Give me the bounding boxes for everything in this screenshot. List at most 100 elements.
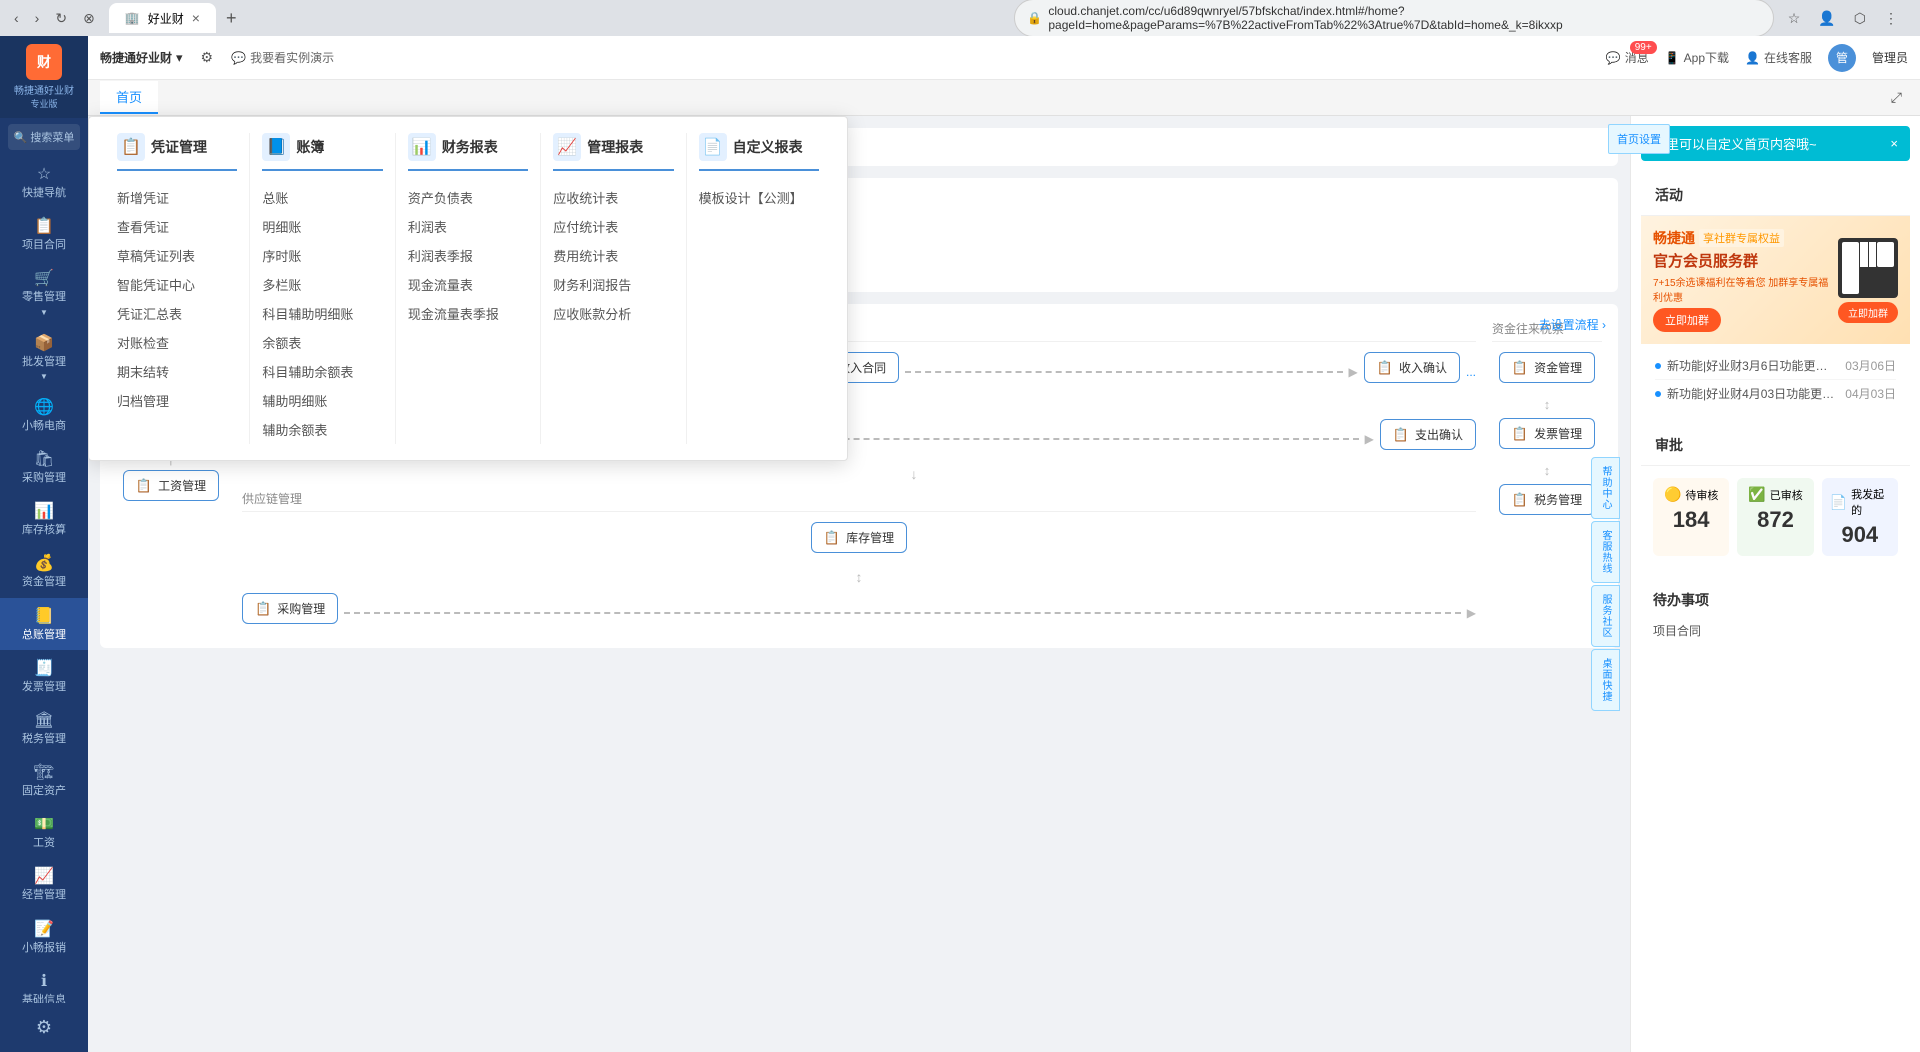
voucher-new[interactable]: 新增凭证	[117, 183, 237, 212]
sidebar-item-operations[interactable]: 📈 经营管理	[0, 858, 88, 910]
voucher-reconcile[interactable]: 对账检查	[117, 328, 237, 357]
ledger-multi-col[interactable]: 多栏账	[262, 270, 382, 299]
sidebar-item-tax[interactable]: 🏛 税务管理	[0, 702, 88, 754]
app-download-action[interactable]: 📱 App下载	[1665, 49, 1729, 66]
basic-info-icon: ℹ	[41, 971, 47, 991]
company-selector[interactable]: 畅捷通好业财 ▾	[100, 49, 183, 66]
mgmt-receivable[interactable]: 应收统计表	[553, 183, 673, 212]
sidebar-item-finance[interactable]: 💰 资金管理	[0, 545, 88, 597]
message-icon: 💬	[1606, 51, 1621, 65]
tax-label: 税务管理	[22, 733, 66, 746]
custom-report-icon: 📄	[699, 133, 727, 161]
sidebar-search-area: 🔍 搜索菜单	[0, 118, 88, 156]
voucher-draft-list[interactable]: 草稿凭证列表	[117, 241, 237, 270]
mgmt-expense[interactable]: 费用统计表	[553, 241, 673, 270]
voucher-smart-center[interactable]: 智能凭证中心	[117, 270, 237, 299]
ledger-aux-detail[interactable]: 辅助明细账	[262, 386, 382, 415]
mgmt-receivable-analysis[interactable]: 应收账款分析	[553, 299, 673, 328]
custom-report-column: 📄 自定义报表 模板设计【公测】	[687, 133, 831, 444]
accounting-label: 总账管理	[22, 629, 66, 642]
extensions-button[interactable]: ⬡	[1848, 6, 1872, 31]
sidebar-item-expense[interactable]: 📝 小畅报销	[0, 911, 88, 963]
sidebar-item-basic-info[interactable]: ℹ 基础信息	[0, 963, 88, 1003]
voucher-archive[interactable]: 归档管理	[117, 386, 237, 415]
sidebar-item-retail[interactable]: 🛒 零售管理 ▼	[0, 260, 88, 324]
ecommerce-label: 小畅电商	[22, 420, 66, 433]
sidebar-item-inventory[interactable]: 📊 库存核算	[0, 493, 88, 545]
bookmark-button[interactable]: ☆	[1782, 6, 1807, 31]
online-service-action[interactable]: 👤 在线客服	[1745, 49, 1812, 66]
dropdown-columns: 📋 凭证管理 新增凭证 查看凭证 草稿凭证列表 智能凭证中心 凭证汇总表 对账检…	[105, 133, 831, 444]
sidebar-item-fixed-assets[interactable]: 🏗 固定资产	[0, 754, 88, 806]
profile-button[interactable]: 👤	[1812, 6, 1841, 31]
browser-nav-controls: ‹ › ↻ ⊗	[8, 6, 101, 31]
ledger-balance[interactable]: 余额表	[262, 328, 382, 357]
ledger-subject-balance[interactable]: 科目辅助余额表	[262, 357, 382, 386]
main-content: 畅捷通好业财 ▾ ⚙ 💬 我要看实例演示 💬 消息 99+ 📱 App下载	[88, 36, 1920, 1052]
wholesale-label: 批发管理	[22, 356, 66, 369]
report-income[interactable]: 利润表	[408, 212, 528, 241]
ledger-aux-balance[interactable]: 辅助余额表	[262, 415, 382, 444]
report-income-quarterly[interactable]: 利润表季报	[408, 241, 528, 270]
stop-button[interactable]: ⊗	[77, 6, 101, 31]
app-container: 财 畅捷通好业财 专业版 🔍 搜索菜单 ☆ 快捷导航 📋 项目合同 🛒 零售管理…	[0, 36, 1920, 1052]
sidebar-item-ecommerce[interactable]: 🌐 小畅电商	[0, 389, 88, 441]
tab-home[interactable]: 首页	[100, 81, 158, 114]
ledger-journal[interactable]: 序时账	[262, 241, 382, 270]
ledger-header: 📘 账簿	[262, 133, 382, 171]
salary-label: 工资	[33, 837, 55, 850]
sidebar-settings-button[interactable]: ⚙	[30, 1011, 58, 1044]
voucher-summary[interactable]: 凭证汇总表	[117, 299, 237, 328]
app-download-label: App下载	[1684, 49, 1729, 66]
message-action[interactable]: 💬 消息 99+	[1606, 49, 1649, 66]
custom-report-title: 自定义报表	[733, 137, 803, 157]
ledger-general[interactable]: 总账	[262, 183, 382, 212]
demo-button[interactable]: 💬 我要看实例演示	[231, 49, 334, 66]
sidebar-search-button[interactable]: 🔍 搜索菜单	[8, 124, 80, 150]
financial-report-icon: 📊	[408, 133, 436, 161]
browser-actions: ☆ 👤 ⬡ ⋮	[1782, 6, 1904, 31]
user-avatar[interactable]: 管	[1828, 44, 1856, 72]
mgmt-payable[interactable]: 应付统计表	[553, 212, 673, 241]
management-report-column: 📈 管理报表 应收统计表 应付统计表 费用统计表 财务利润报告 应收账款分析	[541, 133, 686, 444]
ledger-detail[interactable]: 明细账	[262, 212, 382, 241]
reload-button[interactable]: ↻	[49, 6, 73, 31]
forward-button[interactable]: ›	[29, 6, 46, 30]
voucher-view[interactable]: 查看凭证	[117, 212, 237, 241]
menu-button[interactable]: ⋮	[1878, 6, 1904, 31]
report-balance-sheet[interactable]: 资产负债表	[408, 183, 528, 212]
tab-close-button[interactable]: ×	[192, 10, 200, 26]
address-bar[interactable]: 🔒 cloud.chanjet.com/cc/u6d89qwnryel/57bf…	[1014, 0, 1773, 37]
voucher-period-end[interactable]: 期末结转	[117, 357, 237, 386]
quick-nav-icon: ☆	[37, 164, 51, 184]
custom-template[interactable]: 模板设计【公测】	[699, 183, 819, 212]
accounting-icon: 📒	[34, 606, 54, 626]
active-tab[interactable]: 🏢 好业财 ×	[109, 3, 216, 33]
report-cashflow-quarterly[interactable]: 现金流量表季报	[408, 299, 528, 328]
financial-report-column: 📊 财务报表 资产负债表 利润表 利润表季报 现金流量表 现金流量表季报	[396, 133, 541, 444]
sidebar-item-quick-nav[interactable]: ☆ 快捷导航	[0, 156, 88, 208]
operations-icon: 📈	[34, 866, 54, 886]
chevron-down-icon: ▾	[176, 50, 183, 66]
sidebar-nav: ☆ 快捷导航 📋 项目合同 🛒 零售管理 ▼ 📦 批发管理 ▼ 🌐 小畅电商	[0, 156, 88, 1003]
ledger-subject-detail[interactable]: 科目辅助明细账	[262, 299, 382, 328]
mgmt-profit-report[interactable]: 财务利润报告	[553, 270, 673, 299]
sidebar-item-project-contract[interactable]: 📋 项目合同	[0, 208, 88, 260]
tab-bar: 🏢 好业财 × +	[109, 3, 999, 33]
sidebar-item-accounting[interactable]: 📒 总账管理	[0, 598, 88, 650]
sidebar-item-salary[interactable]: 💵 工资	[0, 806, 88, 858]
quick-nav-label: 快捷导航	[22, 187, 66, 200]
header-settings-button[interactable]: ⚙	[195, 45, 220, 70]
tab-actions: ⤢	[1885, 85, 1908, 110]
sidebar-item-wholesale[interactable]: 📦 批发管理 ▼	[0, 325, 88, 389]
tab-expand-button[interactable]: ⤢	[1885, 85, 1908, 110]
sidebar-item-invoice[interactable]: 🧾 发票管理	[0, 650, 88, 702]
retail-label: 零售管理	[22, 291, 66, 304]
expense-label: 小畅报销	[22, 942, 66, 955]
salary-icon: 💵	[34, 814, 54, 834]
sidebar-item-purchase[interactable]: 🛍 采购管理	[0, 441, 88, 493]
back-button[interactable]: ‹	[8, 6, 25, 30]
report-cashflow[interactable]: 现金流量表	[408, 270, 528, 299]
sidebar: 财 畅捷通好业财 专业版 🔍 搜索菜单 ☆ 快捷导航 📋 项目合同 🛒 零售管理…	[0, 36, 88, 1052]
new-tab-button[interactable]: +	[220, 6, 243, 31]
